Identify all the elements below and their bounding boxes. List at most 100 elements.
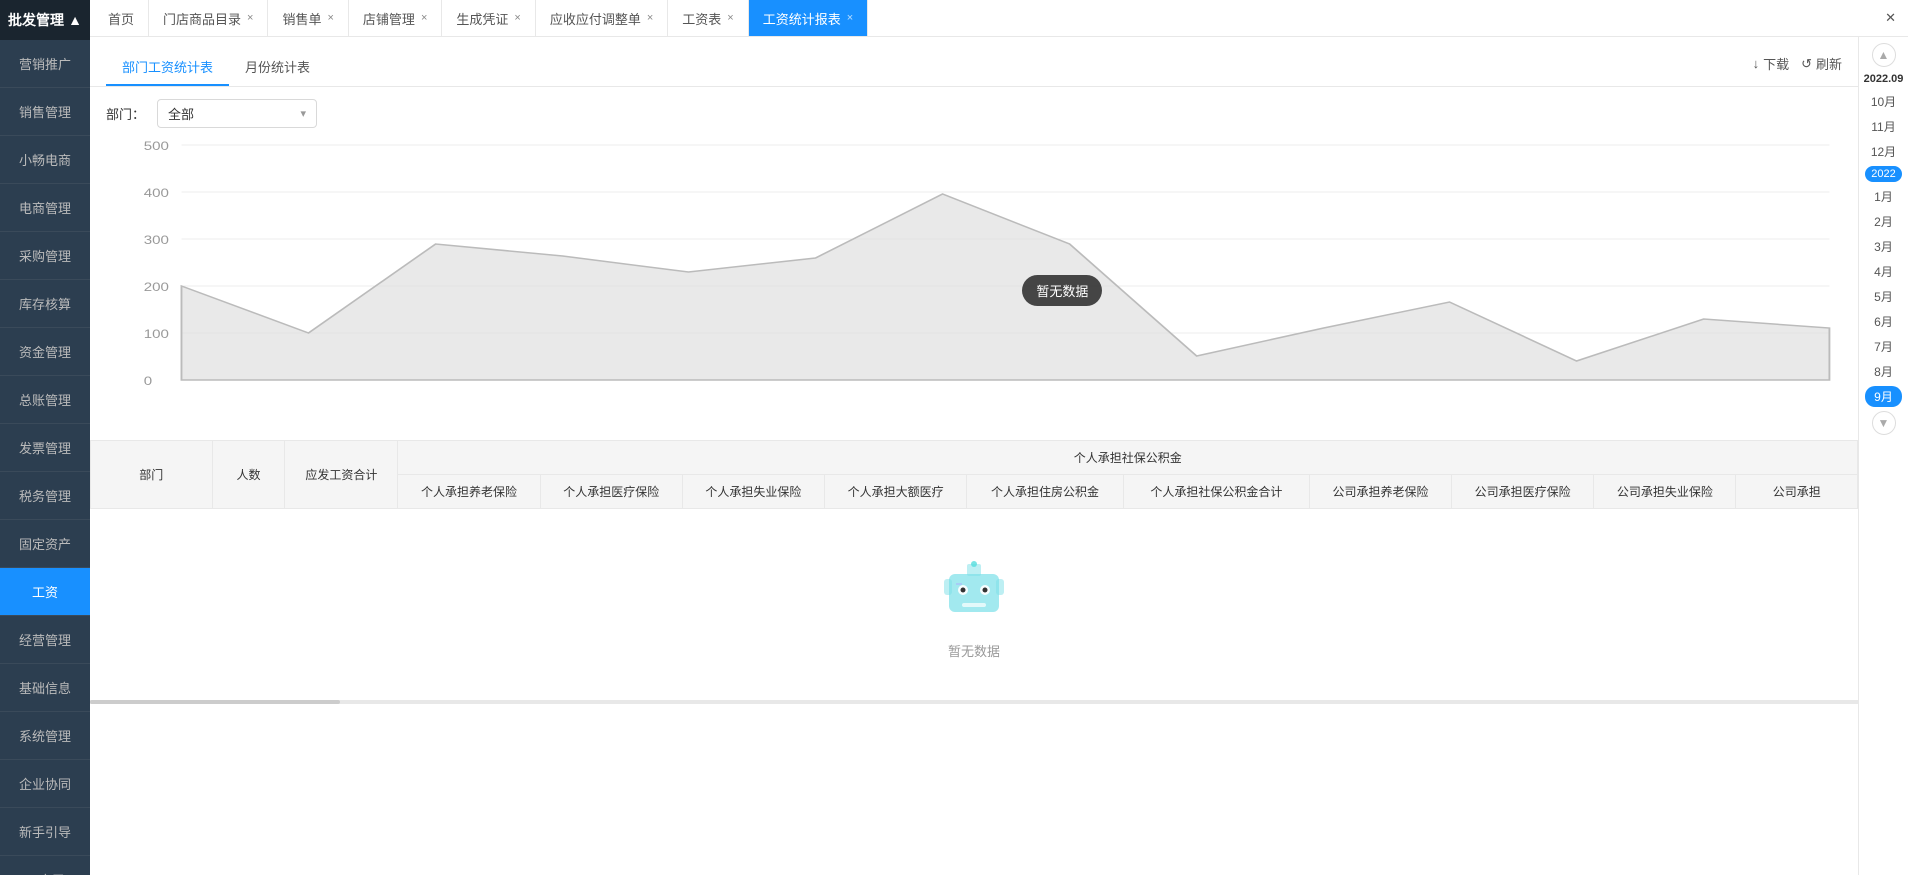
timeline-month-6月[interactable]: 6月 bbox=[1865, 309, 1901, 334]
sidebar-item-税务管理[interactable]: 税务管理 bbox=[0, 472, 90, 520]
tab-生成凭证[interactable]: 生成凭证× bbox=[442, 0, 535, 36]
svg-text:200: 200 bbox=[144, 280, 170, 293]
download-icon: ↓ bbox=[1753, 56, 1760, 71]
inner-tab-bar: 部门工资统计表月份统计表 ↓ 下载 ↺ 刷新 bbox=[90, 37, 1858, 87]
col-部门: 部门 bbox=[91, 441, 213, 509]
timeline-month-2月[interactable]: 2月 bbox=[1865, 209, 1901, 234]
timeline-month-1月[interactable]: 1月 bbox=[1865, 184, 1901, 209]
chart-no-data-label: 暂无数据 bbox=[1022, 275, 1102, 306]
tab-门店商品目录[interactable]: 门店商品目录× bbox=[149, 0, 268, 36]
sidebar-item-电商管理[interactable]: 电商管理 bbox=[0, 184, 90, 232]
tab-close-工资表[interactable]: × bbox=[727, 12, 733, 24]
tab-工资表[interactable]: 工资表× bbox=[668, 0, 748, 36]
scroll-hint[interactable] bbox=[90, 700, 1858, 704]
sidebar-item-总账管理[interactable]: 总账管理 bbox=[0, 376, 90, 424]
sub-col-公司承担: 公司承担 bbox=[1736, 475, 1858, 509]
tab-应收应付调整单[interactable]: 应收应付调整单× bbox=[536, 0, 668, 36]
sidebar-item-资金管理[interactable]: 资金管理 bbox=[0, 328, 90, 376]
sub-col-个人承担大额医疗: 个人承担大额医疗 bbox=[824, 475, 966, 509]
sidebar-item-营销推广[interactable]: 营销推广 bbox=[0, 40, 90, 88]
timeline-month-8月[interactable]: 8月 bbox=[1865, 359, 1901, 384]
page-content: 部门工资统计表月份统计表 ↓ 下载 ↺ 刷新 部门： 全部 ▾ bbox=[90, 37, 1858, 875]
timeline-panel: ▲ 2022.09 10月11月12月 2022 1月2月3月4月5月6月7月8月9… bbox=[1858, 37, 1908, 875]
tab-首页[interactable]: 首页 bbox=[94, 0, 149, 36]
timeline-month-active[interactable]: 9月 bbox=[1865, 386, 1901, 407]
sidebar-title: 批发管理 bbox=[8, 10, 64, 30]
sub-col-公司承担医疗保险: 公司承担医疗保险 bbox=[1452, 475, 1594, 509]
timeline-month-3月[interactable]: 3月 bbox=[1865, 234, 1901, 259]
timeline-month-5月[interactable]: 5月 bbox=[1865, 284, 1901, 309]
sidebar-item-基础信息[interactable]: 基础信息 bbox=[0, 664, 90, 712]
sidebar-item-系统管理[interactable]: 系统管理 bbox=[0, 712, 90, 760]
sidebar-item-工资[interactable]: 工资 bbox=[0, 568, 90, 616]
sub-col-个人承担住房公积金: 个人承担住房公积金 bbox=[967, 475, 1124, 509]
main-area: 首页门店商品目录×销售单×店铺管理×生成凭证×应收应付调整单×工资表×工资统计报… bbox=[90, 0, 1908, 875]
col-group-social: 个人承担社保公积金 bbox=[398, 441, 1858, 475]
table-wrap: 部门人数应发工资合计个人承担社保公积金 个人承担养老保险个人承担医疗保险个人承担… bbox=[90, 440, 1858, 704]
sidebar-item-固定资产[interactable]: 固定资产 bbox=[0, 520, 90, 568]
svg-text:100: 100 bbox=[144, 327, 170, 340]
svg-text:300: 300 bbox=[144, 233, 170, 246]
timeline-current-date: 2022.09 bbox=[1862, 69, 1906, 89]
sidebar-item-库存核算[interactable]: 库存核算 bbox=[0, 280, 90, 328]
timeline-month-12月[interactable]: 12月 bbox=[1865, 139, 1901, 164]
chart-container: 500 400 300 200 100 0 bbox=[90, 140, 1858, 440]
sub-col-个人承担失业保险: 个人承担失业保险 bbox=[682, 475, 824, 509]
refresh-button[interactable]: ↺ 刷新 bbox=[1801, 54, 1842, 73]
sidebar-item-采购管理[interactable]: 采购管理 bbox=[0, 232, 90, 280]
sub-col-个人承担社保公积金合计: 个人承担社保公积金合计 bbox=[1123, 475, 1309, 509]
dept-select[interactable]: 全部 ▾ bbox=[157, 99, 317, 128]
tab-close-店铺管理[interactable]: × bbox=[421, 12, 427, 24]
inner-tab-月份统计表[interactable]: 月份统计表 bbox=[229, 49, 326, 86]
timeline-year-2022[interactable]: 2022 bbox=[1865, 166, 1901, 182]
chevron-down-icon: ▾ bbox=[300, 107, 306, 120]
timeline-month-7月[interactable]: 7月 bbox=[1865, 334, 1901, 359]
tab-销售单[interactable]: 销售单× bbox=[268, 0, 348, 36]
sub-col-公司承担养老保险: 公司承担养老保险 bbox=[1309, 475, 1451, 509]
col-人数: 人数 bbox=[212, 441, 285, 509]
sidebar: 批发管理 ▲ 营销推广销售管理小畅电商电商管理采购管理库存核算资金管理总账管理发… bbox=[0, 0, 90, 875]
refresh-icon: ↺ bbox=[1801, 56, 1812, 72]
content-area: 部门工资统计表月份统计表 ↓ 下载 ↺ 刷新 部门： 全部 ▾ bbox=[90, 37, 1908, 875]
svg-text:400: 400 bbox=[144, 186, 170, 199]
timeline-month-10月[interactable]: 10月 bbox=[1865, 89, 1901, 114]
sidebar-collapse-icon[interactable]: ▲ bbox=[68, 12, 82, 28]
toolbar: 部门： 全部 ▾ bbox=[90, 87, 1858, 140]
sidebar-item-发票管理[interactable]: 发票管理 bbox=[0, 424, 90, 472]
download-button[interactable]: ↓ 下载 bbox=[1753, 54, 1790, 73]
empty-icon bbox=[934, 549, 1014, 629]
sub-col-个人承担养老保险: 个人承担养老保险 bbox=[398, 475, 540, 509]
timeline-month-11月[interactable]: 11月 bbox=[1865, 114, 1901, 139]
sub-col-公司承担失业保险: 公司承担失业保险 bbox=[1594, 475, 1736, 509]
tab-close-门店商品目录[interactable]: × bbox=[247, 12, 253, 24]
timeline-up-button[interactable]: ▲ bbox=[1872, 43, 1896, 67]
inner-tab-部门工资统计表[interactable]: 部门工资统计表 bbox=[106, 49, 229, 86]
sidebar-header[interactable]: 批发管理 ▲ bbox=[0, 0, 90, 40]
close-all-tabs-button[interactable]: ✕ bbox=[1877, 6, 1904, 30]
area-chart: 500 400 300 200 100 0 bbox=[106, 140, 1842, 420]
tab-close-销售单[interactable]: × bbox=[327, 12, 333, 24]
sidebar-item-新手引导[interactable]: 新手引导 bbox=[0, 808, 90, 856]
col-应发工资合计: 应发工资合计 bbox=[285, 441, 398, 509]
dept-value: 全部 bbox=[168, 104, 194, 123]
tab-工资统计报表[interactable]: 工资统计报表× bbox=[749, 0, 868, 36]
sidebar-item-小畅电商[interactable]: 小畅电商 bbox=[0, 136, 90, 184]
sidebar-item-云应用[interactable]: 云应用 bbox=[0, 856, 90, 875]
empty-state: 暂无数据 bbox=[90, 509, 1858, 700]
sidebar-item-企业协同[interactable]: 企业协同 bbox=[0, 760, 90, 808]
svg-text:0: 0 bbox=[144, 374, 153, 387]
empty-text: 暂无数据 bbox=[948, 641, 1000, 660]
timeline-down-button[interactable]: ▼ bbox=[1872, 411, 1896, 435]
tab-actions: ↓ 下载 ↺ 刷新 bbox=[1753, 54, 1842, 81]
scroll-thumb[interactable] bbox=[90, 700, 340, 704]
tab-close-生成凭证[interactable]: × bbox=[514, 12, 520, 24]
tab-店铺管理[interactable]: 店铺管理× bbox=[349, 0, 442, 36]
sub-col-个人承担医疗保险: 个人承担医疗保险 bbox=[540, 475, 682, 509]
timeline-month-4月[interactable]: 4月 bbox=[1865, 259, 1901, 284]
sidebar-item-经营管理[interactable]: 经营管理 bbox=[0, 616, 90, 664]
tab-bar: 首页门店商品目录×销售单×店铺管理×生成凭证×应收应付调整单×工资表×工资统计报… bbox=[90, 0, 1908, 37]
data-table: 部门人数应发工资合计个人承担社保公积金 个人承担养老保险个人承担医疗保险个人承担… bbox=[90, 440, 1858, 509]
tab-close-工资统计报表[interactable]: × bbox=[847, 12, 853, 24]
tab-close-应收应付调整单[interactable]: × bbox=[647, 12, 653, 24]
sidebar-item-销售管理[interactable]: 销售管理 bbox=[0, 88, 90, 136]
